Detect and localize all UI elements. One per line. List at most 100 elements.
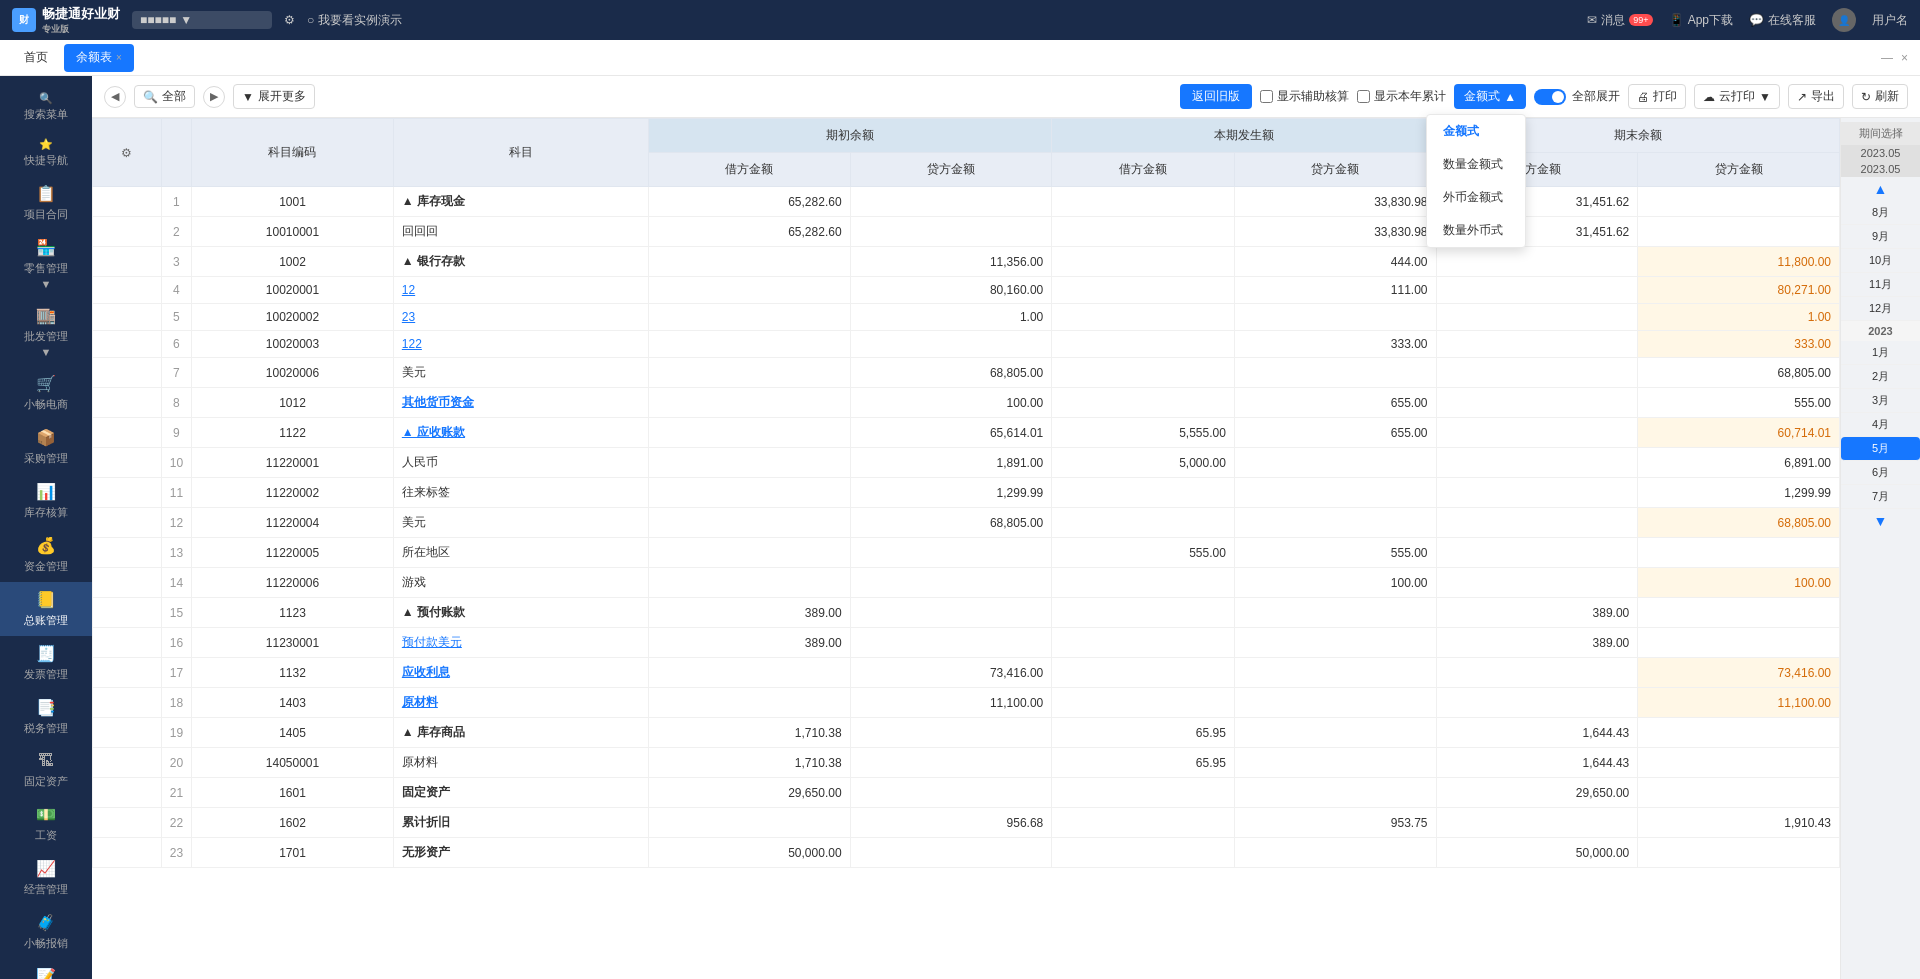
period-month-3[interactable]: 3月 [1841,389,1920,413]
amount-mode-btn[interactable]: 金额式 ▲ [1454,84,1526,109]
sidebar-ledger-label: 总账管理 [24,613,68,628]
row-value-5: 333.00 [1638,331,1840,358]
show-ytd-input[interactable] [1357,90,1370,103]
row-subject[interactable]: 122 [393,331,648,358]
tab-balance[interactable]: 余额表 × [64,44,134,72]
period-month-4[interactable]: 4月 [1841,413,1920,437]
sidebar-item-basic[interactable]: 📝 基础信息 [0,959,92,979]
period-month-7[interactable]: 7月 [1841,485,1920,509]
period-month-6[interactable]: 6月 [1841,461,1920,485]
sidebar-item-invoice[interactable]: 🧾 发票管理 [0,636,92,690]
row-subject[interactable]: 原材料 [393,688,648,718]
avatar[interactable]: 👤 [1832,8,1856,32]
back-old-version-btn[interactable]: 返回旧版 [1180,84,1252,109]
app-download-btn[interactable]: 📱 App下载 [1669,12,1733,29]
tab-close-icon[interactable]: × [116,52,122,63]
amount-mode-item-2[interactable]: 外币金额式 [1427,181,1525,214]
col-row-num [161,119,191,187]
row-subject[interactable]: 应收利息 [393,658,648,688]
settings-icon[interactable]: ⚙ [284,13,295,27]
period-month-5[interactable]: 5月 [1841,437,1920,461]
row-value-0 [648,448,850,478]
sidebar-item-purchase[interactable]: 📦 采购管理 [0,420,92,474]
sidebar-item-payroll[interactable]: 💵 工资 [0,797,92,851]
period-month-1[interactable]: 1月 [1841,341,1920,365]
period-nav-up[interactable]: ▲ [1841,177,1920,201]
company-selector[interactable]: ■■■■■ ▼ [132,11,272,29]
demo-btn[interactable]: ○ 我要看实例演示 [307,12,402,29]
sidebar-item-assets[interactable]: 🏗 固定资产 [0,744,92,797]
row-value-0: 65,282.60 [648,217,850,247]
sidebar-item-ecommerce[interactable]: 🛒 小畅电商 [0,366,92,420]
row-value-5 [1638,538,1840,568]
row-value-2 [1052,478,1235,508]
period-month-9[interactable]: 9月 [1841,225,1920,249]
print-btn[interactable]: 🖨 打印 [1628,84,1686,109]
expand-btn[interactable]: ▼ 展开更多 [233,84,315,109]
row-subject[interactable]: 12 [393,277,648,304]
row-value-5: 68,805.00 [1638,508,1840,538]
row-subject[interactable]: 其他货币资金 [393,388,648,418]
window-minimize-icon[interactable]: — [1881,51,1893,65]
period-nav-down[interactable]: ▼ [1841,509,1920,533]
row-value-5: 1.00 [1638,304,1840,331]
amount-mode-item-3[interactable]: 数量外币式 [1427,214,1525,247]
row-value-1 [850,778,1052,808]
row-subject[interactable]: 预付款美元 [393,628,648,658]
show-ytd-checkbox[interactable]: 显示本年累计 [1357,88,1446,105]
period-end[interactable]: 2023.05 [1841,161,1920,177]
export-btn[interactable]: ↗ 导出 [1788,84,1844,109]
col-opening-group: 期初余额 [648,119,1051,153]
nav-back-btn[interactable]: ◀ [104,86,126,108]
row-number: 18 [161,688,191,718]
row-subject[interactable]: 23 [393,304,648,331]
sidebar-item-expense[interactable]: 🧳 小畅报销 [0,905,92,959]
row-subject: 美元 [393,508,648,538]
window-close-icon[interactable]: × [1901,51,1908,65]
row-number: 3 [161,247,191,277]
sidebar-search[interactable]: 🔍 搜索菜单 [0,84,92,130]
sidebar-item-capital[interactable]: 💰 资金管理 [0,528,92,582]
row-value-0: 389.00 [648,598,850,628]
period-month-8[interactable]: 8月 [1841,201,1920,225]
period-month-2[interactable]: 2月 [1841,365,1920,389]
sidebar-item-operations[interactable]: 📈 经营管理 [0,851,92,905]
period-month-11[interactable]: 11月 [1841,273,1920,297]
amount-mode-item-1[interactable]: 数量金额式 [1427,148,1525,181]
period-month-10[interactable]: 10月 [1841,249,1920,273]
tab-home[interactable]: 首页 [12,44,60,72]
period-month-12[interactable]: 12月 [1841,297,1920,321]
nav-forward-btn[interactable]: ▶ [203,86,225,108]
sidebar-item-inventory[interactable]: 📊 库存核算 [0,474,92,528]
sidebar-item-project[interactable]: 📋 项目合同 [0,176,92,230]
table-row: 211601固定资产29,650.0029,650.00 [93,778,1840,808]
show-assist-input[interactable] [1260,90,1273,103]
show-assist-checkbox[interactable]: 显示辅助核算 [1260,88,1349,105]
col-settings[interactable]: ⚙ [93,119,162,187]
row-value-5: 1,299.99 [1638,478,1840,508]
row-value-1: 11,100.00 [850,688,1052,718]
table-row: 181403原材料11,100.0011,100.00 [93,688,1840,718]
sidebar-item-wholesale[interactable]: 🏬 批发管理 ▼ [0,298,92,366]
cloud-print-btn[interactable]: ☁ 云打印 ▼ [1694,84,1780,109]
sidebar-item-ledger[interactable]: 📒 总账管理 [0,582,92,636]
row-subject: ▲ 预付账款 [393,598,648,628]
sidebar-item-retail[interactable]: 🏪 零售管理 ▼ [0,230,92,298]
message-btn[interactable]: ✉ 消息 99+ [1587,12,1652,29]
row-subject: 所在地区 [393,538,648,568]
period-start[interactable]: 2023.05 [1841,145,1920,161]
online-service-btn[interactable]: 💬 在线客服 [1749,12,1816,29]
row-value-2 [1052,217,1235,247]
amount-mode-item-0[interactable]: 金额式 [1427,115,1525,148]
sidebar-item-quicknav[interactable]: ⭐ 快捷导航 [0,130,92,176]
expand-all-toggle-switch[interactable] [1534,89,1566,105]
row-subject[interactable]: ▲ 应收账款 [393,418,648,448]
sidebar-item-tax[interactable]: 📑 税务管理 [0,690,92,744]
refresh-btn[interactable]: ↻ 刷新 [1852,84,1908,109]
sidebar-retail-label: 零售管理 [24,261,68,276]
row-value-2 [1052,628,1235,658]
row-value-3: 655.00 [1234,418,1436,448]
row-value-4 [1436,538,1638,568]
expand-all-toggle[interactable]: 全部展开 [1534,88,1620,105]
row-number: 5 [161,304,191,331]
